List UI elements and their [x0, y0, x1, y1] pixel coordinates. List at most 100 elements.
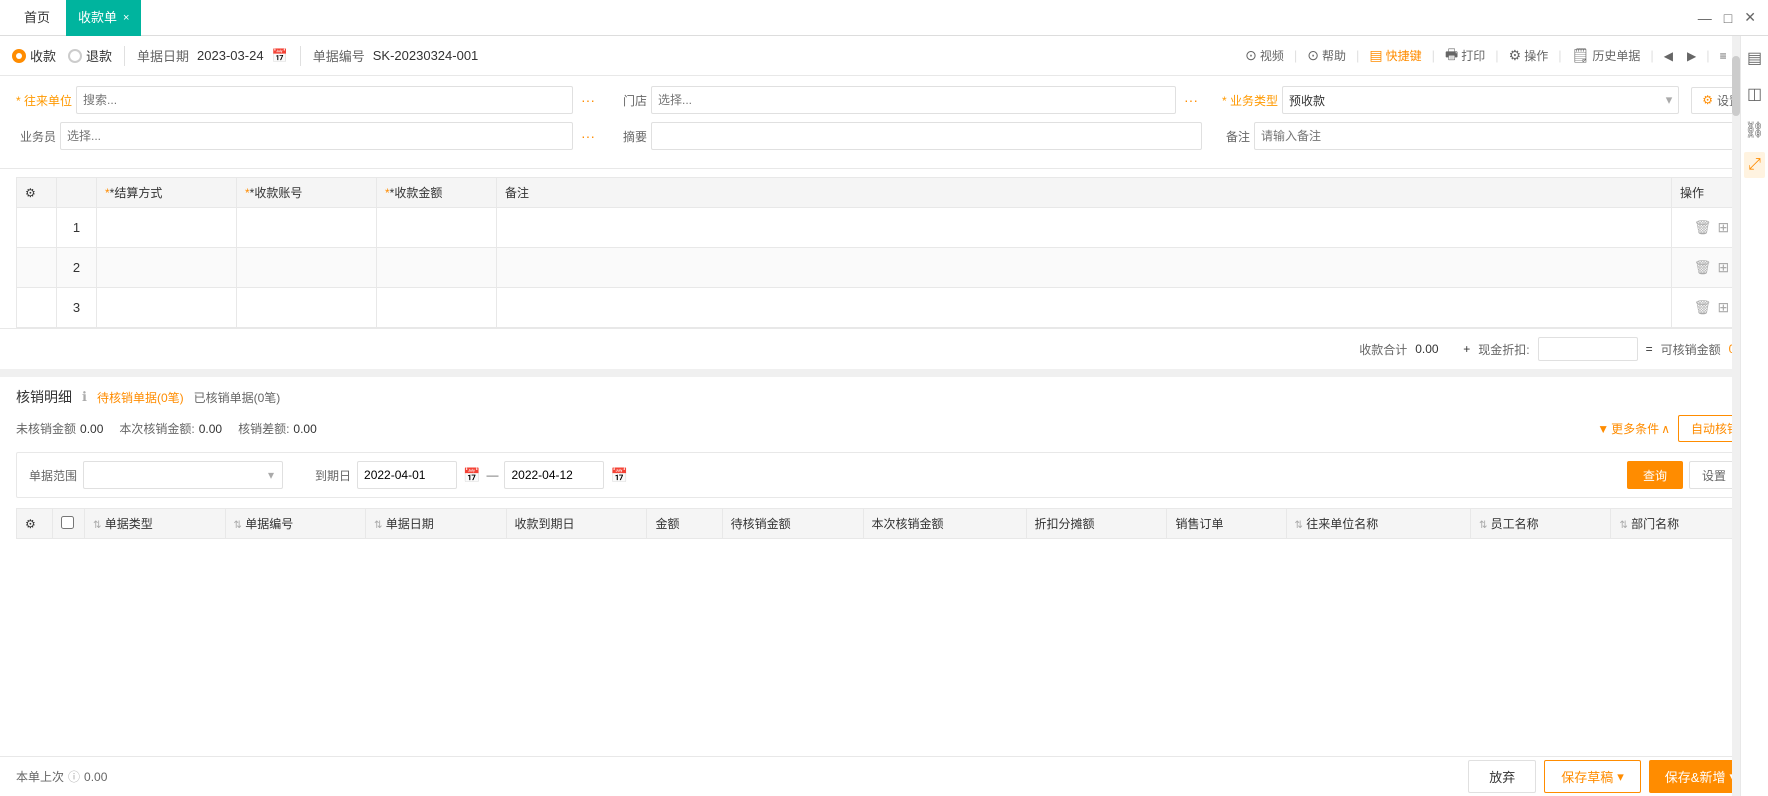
sidebar-icon-link[interactable]: ⛓: [1740, 116, 1768, 144]
delete-icon-1[interactable]: 🗑: [1694, 219, 1712, 236]
business-type-value: 预收款: [1289, 92, 1325, 109]
shortcut-button[interactable]: ▤ 快捷键: [1365, 45, 1425, 66]
operate-button[interactable]: ⚙ 操作: [1505, 45, 1553, 66]
chevron-up-icon: ∧: [1661, 422, 1670, 436]
business-type-select[interactable]: 预收款 ▾: [1282, 86, 1679, 114]
query-button[interactable]: 查询: [1627, 461, 1683, 489]
video-icon: ⊙: [1245, 47, 1257, 64]
range-select[interactable]: ▾: [83, 461, 283, 489]
bth-counterparty: ⇅ 往来单位名称: [1286, 509, 1470, 539]
bth-doc-type: ⇅ 单据类型: [85, 509, 226, 539]
remark-input[interactable]: [1254, 122, 1752, 150]
next-button[interactable]: ▶: [1683, 47, 1700, 65]
sidebar-icon-expand[interactable]: ⤢: [1744, 152, 1765, 178]
tab-home[interactable]: 首页: [8, 0, 66, 36]
sidebar-icon-doc[interactable]: ◫: [1743, 80, 1766, 108]
td-amount-3[interactable]: [377, 288, 497, 328]
abandon-button[interactable]: 放弃: [1468, 760, 1536, 793]
select-all-checkbox[interactable]: [61, 516, 74, 529]
doc-date-value[interactable]: 2023-03-24: [197, 48, 264, 63]
more-conditions-button[interactable]: ▼ 更多条件 ∧: [1597, 420, 1670, 437]
store-more-icon[interactable]: ···: [1180, 92, 1202, 108]
scrollbar[interactable]: [1732, 36, 1740, 796]
history-button[interactable]: 🗒 历史单据: [1568, 45, 1645, 66]
total-value: 0.00: [1415, 342, 1455, 356]
bth-settings[interactable]: ⚙: [17, 509, 53, 539]
tab-receipt[interactable]: 收款单 ×: [66, 0, 141, 36]
td-account-1[interactable]: [237, 208, 377, 248]
td-account-2[interactable]: [237, 248, 377, 288]
table-row: 2 🗑 ⊞: [17, 248, 1752, 288]
radio-receive[interactable]: 收款: [12, 46, 56, 65]
remark-field: 备注: [1222, 122, 1752, 150]
bth-amount: 金额: [647, 509, 722, 539]
copy-icon-3[interactable]: ⊞: [1718, 299, 1730, 316]
sidebar-icon-table[interactable]: ▤: [1743, 44, 1766, 72]
salesperson-field: 业务员 ···: [16, 122, 599, 150]
verify-section: 核销明细 ℹ 待核销单据(0笔) 已核销单据(0笔) 未核销金额 0.00 本次…: [0, 369, 1768, 549]
due-date-filter: 到期日 📅 — 📅: [315, 461, 628, 489]
salesperson-more-icon[interactable]: ···: [577, 128, 599, 144]
prev-button[interactable]: ◀: [1660, 47, 1677, 65]
calendar-icon[interactable]: 📅: [272, 48, 288, 64]
done-tab[interactable]: 已核销单据(0笔): [194, 389, 281, 406]
th-settings[interactable]: ⚙: [17, 178, 57, 208]
summary-input[interactable]: [651, 122, 1202, 150]
calendar-end-icon[interactable]: 📅: [610, 467, 627, 484]
minimize-button[interactable]: —: [1694, 8, 1716, 28]
copy-icon-1[interactable]: ⊞: [1718, 219, 1730, 236]
counterparty-input[interactable]: [76, 86, 573, 114]
list-view-button[interactable]: ≡: [1716, 47, 1731, 65]
col-settings-icon: ⚙: [25, 186, 36, 200]
copy-icon-2[interactable]: ⊞: [1718, 259, 1730, 276]
salesperson-input[interactable]: [60, 122, 573, 150]
pending-tab[interactable]: 待核销单据(0笔): [97, 389, 184, 406]
uncancelled-value: 0.00: [80, 422, 103, 436]
main-content: * 往来单位 ··· 门店 ··· * 业务类型 预收款 ▾ ⚙ 设置: [0, 76, 1768, 756]
business-type-field: * 业务类型 预收款 ▾ ⚙ 设置: [1222, 86, 1752, 114]
gear-icon: ⚙: [1702, 93, 1713, 107]
tab-receipt-label: 收款单: [78, 0, 117, 36]
discount-input[interactable]: [1538, 337, 1638, 361]
store-input[interactable]: [651, 86, 1176, 114]
range-filter: 单据范围 ▾: [29, 461, 283, 489]
save-draft-button[interactable]: 保存草稿 ▾: [1544, 760, 1641, 793]
close-window-button[interactable]: ✕: [1740, 7, 1760, 28]
scrollbar-thumb[interactable]: [1732, 56, 1740, 116]
main-table-section: ⚙ **结算方式 **收款账号 **收款金额 备注 操作 1: [0, 169, 1768, 328]
divider-1: [124, 46, 125, 66]
shortcut-icon: ▤: [1369, 47, 1382, 64]
due-date-end-input[interactable]: [504, 461, 604, 489]
maximize-button[interactable]: □: [1720, 8, 1736, 28]
bth-due-date: 收款到期日: [506, 509, 647, 539]
counterparty-more-icon[interactable]: ···: [577, 92, 599, 108]
td-amount-2[interactable]: [377, 248, 497, 288]
due-date-start-input[interactable]: [357, 461, 457, 489]
td-remark-1[interactable]: [497, 208, 1672, 248]
td-remark-2[interactable]: [497, 248, 1672, 288]
td-settle-3[interactable]: [97, 288, 237, 328]
operate-icon: ⚙: [1509, 47, 1522, 64]
business-type-chevron: ▾: [1666, 92, 1673, 108]
th-num: [57, 178, 97, 208]
video-button[interactable]: ⊙ 视频: [1241, 45, 1288, 66]
toolbar-right: ⊙ 视频 | ⊙ 帮助 | ▤ 快捷键 | 🖶 打印 | ⚙ 操作 | 🗒 历史…: [1241, 42, 1756, 70]
radio-refund[interactable]: 退款: [68, 46, 112, 65]
tab-close-icon[interactable]: ×: [123, 0, 129, 36]
td-remark-3[interactable]: [497, 288, 1672, 328]
doc-date-field: 单据日期 2023-03-24 📅: [137, 46, 288, 65]
help-button[interactable]: ⊙ 帮助: [1303, 45, 1350, 66]
delete-icon-3[interactable]: 🗑: [1694, 299, 1712, 316]
td-account-3[interactable]: [237, 288, 377, 328]
table-row: 3 🗑 ⊞: [17, 288, 1752, 328]
td-amount-1[interactable]: [377, 208, 497, 248]
td-settle-2[interactable]: [97, 248, 237, 288]
delete-icon-2[interactable]: 🗑: [1694, 259, 1712, 276]
verify-info-icon[interactable]: ℹ: [82, 389, 87, 405]
form-section: * 往来单位 ··· 门店 ··· * 业务类型 预收款 ▾ ⚙ 设置: [0, 76, 1768, 169]
td-num-2: 2: [57, 248, 97, 288]
calendar-start-icon[interactable]: 📅: [463, 467, 480, 484]
print-button[interactable]: 🖶 打印: [1441, 42, 1489, 70]
td-settle-1[interactable]: [97, 208, 237, 248]
last-order-info-icon[interactable]: ⓘ: [68, 768, 80, 785]
